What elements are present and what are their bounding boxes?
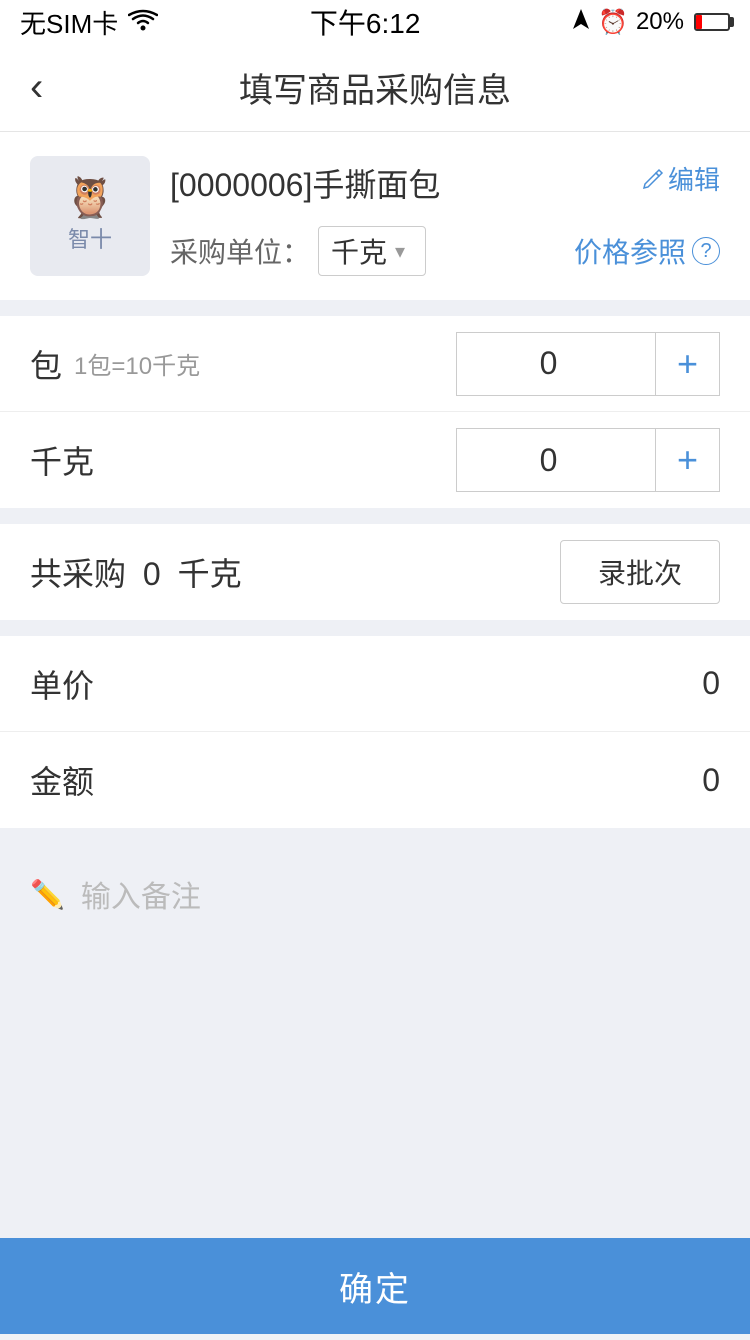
bag-input-right: + <box>456 332 720 396</box>
kg-plus-button[interactable]: + <box>656 428 720 492</box>
status-bar: 无SIM卡 下午6:12 ⏰ 20% <box>0 0 750 44</box>
battery-pct-label: 20% <box>636 8 684 36</box>
separator-4 <box>0 828 750 844</box>
content-area <box>0 944 750 1244</box>
carrier-label: 无SIM卡 <box>20 4 118 41</box>
status-left: 无SIM卡 <box>20 4 158 41</box>
status-time: 下午6:12 <box>310 2 421 42</box>
separator-2 <box>0 508 750 524</box>
remarks-placeholder: 输入备注 <box>81 872 201 916</box>
kg-label: 千克 <box>30 437 94 483</box>
bag-label: 包 <box>30 341 62 387</box>
bag-sub-label: 1包=10千克 <box>74 346 200 381</box>
amount-value: 0 <box>702 762 720 799</box>
separator-3 <box>0 620 750 636</box>
unit-price-row: 单价 0 <box>0 636 750 732</box>
battery-indicator <box>694 13 730 31</box>
product-card: 🦉 智十 [0000006]手撕面包 编辑 采购单位： <box>0 132 750 300</box>
back-button[interactable]: ‹ <box>30 65 43 110</box>
input-section: 包 1包=10千克 + 千克 + <box>0 316 750 508</box>
product-info: [0000006]手撕面包 编辑 采购单位： 千克 ▾ <box>170 156 720 276</box>
unit-value: 千克 <box>331 231 387 271</box>
total-prefix: 共采购 <box>30 556 126 592</box>
price-section: 单价 0 金额 0 <box>0 636 750 828</box>
status-right: ⏰ 20% <box>572 8 730 37</box>
dropdown-arrow-icon: ▾ <box>395 239 405 264</box>
battery-fill <box>696 15 702 29</box>
kg-input-row: 千克 + <box>0 412 750 508</box>
wifi-icon <box>128 7 158 38</box>
main-content: 🦉 智十 [0000006]手撕面包 编辑 采购单位： <box>0 132 750 1340</box>
alarm-icon: ⏰ <box>598 8 628 37</box>
product-header: [0000006]手撕面包 编辑 <box>170 160 720 206</box>
total-unit: 千克 <box>178 556 242 592</box>
edit-button[interactable]: 编辑 <box>642 160 720 197</box>
confirm-button[interactable]: 确定 <box>0 1238 750 1334</box>
gps-icon <box>572 8 590 37</box>
kg-quantity-input[interactable] <box>456 428 656 492</box>
total-value: 0 <box>143 556 161 592</box>
amount-row: 金额 0 <box>0 732 750 828</box>
separator-1 <box>0 300 750 316</box>
unit-dropdown[interactable]: 千克 ▾ <box>318 226 426 276</box>
pencil-icon: ✏️ <box>30 878 65 911</box>
kg-input-right: + <box>456 428 720 492</box>
logo-area: 🦉 智十 <box>65 178 115 254</box>
bag-plus-button[interactable]: + <box>656 332 720 396</box>
total-text-area: 共采购 0 千克 <box>30 549 242 595</box>
help-icon: ? <box>692 237 720 265</box>
bag-label-area: 包 1包=10千克 <box>30 341 200 387</box>
owl-icon: 🦉 <box>65 178 115 218</box>
product-logo: 🦉 智十 <box>45 176 135 256</box>
product-name: [0000006]手撕面包 <box>170 160 440 206</box>
unit-prefix: 采购单位： <box>170 231 310 271</box>
nav-bar: ‹ 填写商品采购信息 <box>0 44 750 132</box>
product-thumbnail: 🦉 智十 <box>30 156 150 276</box>
bag-quantity-input[interactable] <box>456 332 656 396</box>
unit-price-value: 0 <box>702 665 720 702</box>
bag-input-row: 包 1包=10千克 + <box>0 316 750 412</box>
logo-text: 智十 <box>65 222 115 254</box>
amount-label: 金额 <box>30 757 94 803</box>
edit-icon <box>642 168 664 190</box>
total-row: 共采购 0 千克 录批次 <box>0 524 750 620</box>
kg-label-area: 千克 <box>30 437 94 483</box>
remarks-section[interactable]: ✏️ 输入备注 <box>0 844 750 944</box>
price-ref-label: 价格参照 <box>574 231 686 271</box>
product-unit-row: 采购单位： 千克 ▾ 价格参照 ? <box>170 226 720 276</box>
unit-price-label: 单价 <box>30 661 94 707</box>
price-reference-button[interactable]: 价格参照 ? <box>574 231 720 271</box>
unit-select-area: 采购单位： 千克 ▾ <box>170 226 426 276</box>
batch-record-button[interactable]: 录批次 <box>560 540 720 604</box>
page-title: 填写商品采购信息 <box>239 63 511 112</box>
